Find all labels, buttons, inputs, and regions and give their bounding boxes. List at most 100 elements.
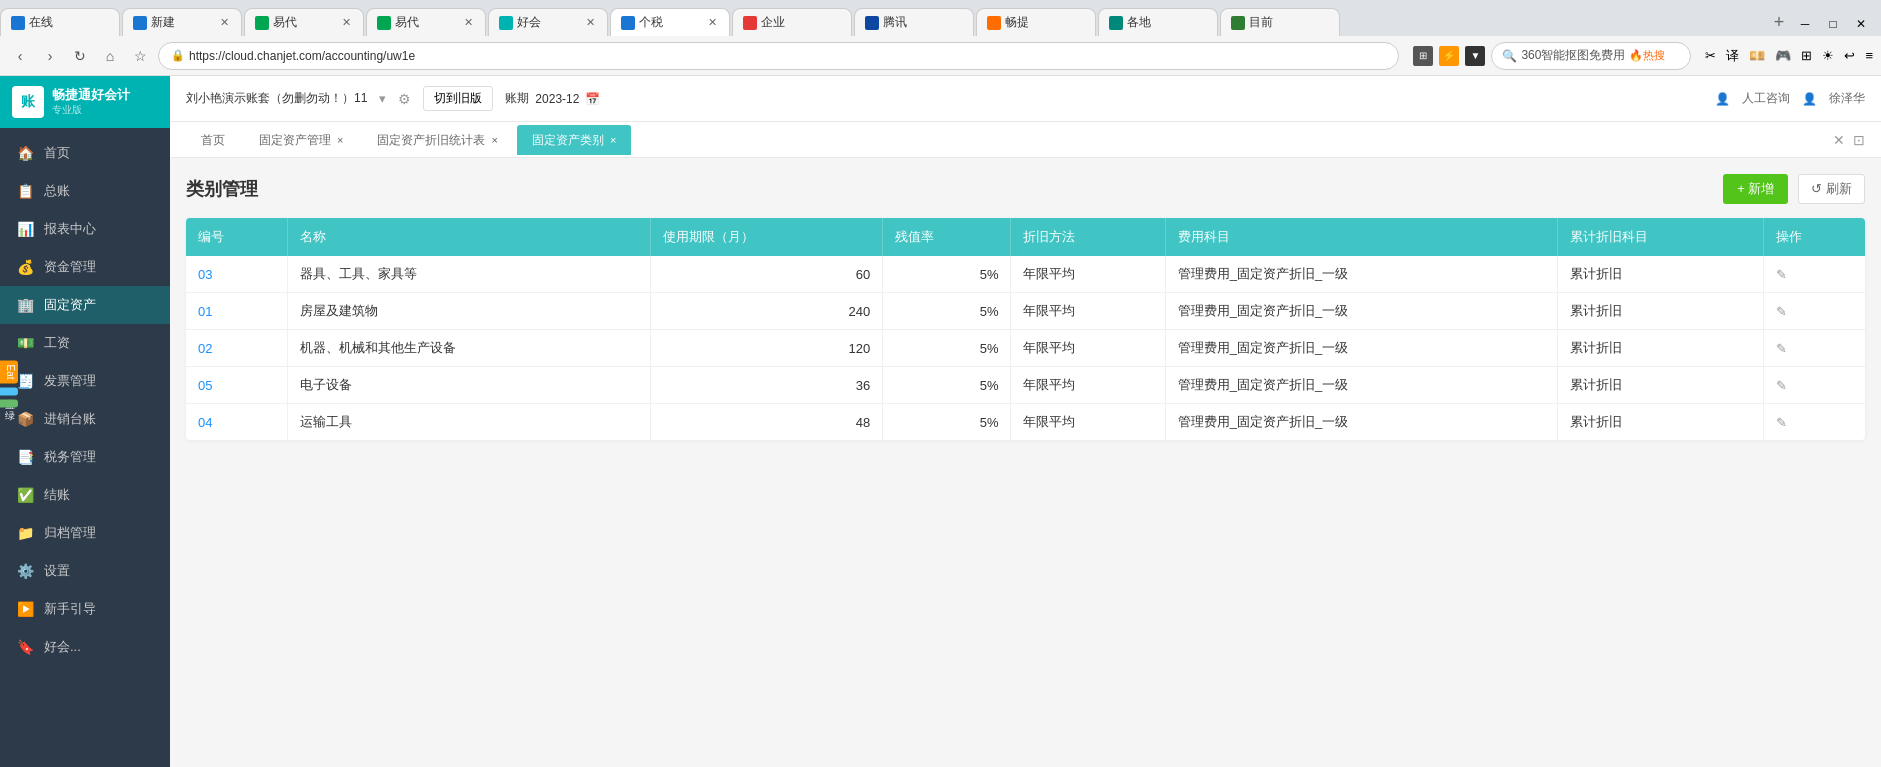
collapse-tab-icon[interactable]: ✕: [1833, 132, 1845, 148]
content-tab-category[interactable]: 固定资产类别 ×: [517, 125, 631, 155]
sidebar-item-home[interactable]: 🏠 首页: [0, 134, 170, 172]
grid-icon[interactable]: ⊞: [1801, 48, 1812, 63]
action-cell-3[interactable]: ✎: [1764, 367, 1865, 404]
search-bar[interactable]: 🔍 360智能抠图免费用 🔥热搜: [1491, 42, 1691, 70]
more-icon[interactable]: ≡: [1865, 48, 1873, 63]
content-tab-depreciation[interactable]: 固定资产折旧统计表 ×: [362, 125, 512, 155]
code-link-3[interactable]: 05: [198, 378, 212, 393]
reload-button[interactable]: ↻: [68, 44, 92, 68]
code-link-0[interactable]: 03: [198, 267, 212, 282]
service-icon[interactable]: 👤: [1715, 92, 1730, 106]
code-cell-3[interactable]: 05: [186, 367, 287, 404]
sidebar-item-settings[interactable]: ⚙️ 设置: [0, 552, 170, 590]
code-cell-0[interactable]: 03: [186, 256, 287, 293]
edit-icon-3[interactable]: ✎: [1776, 378, 1787, 393]
undo-icon[interactable]: ↩: [1844, 48, 1855, 63]
sidebar-item-help[interactable]: 🔖 好会...: [0, 628, 170, 666]
edit-icon-4[interactable]: ✎: [1776, 415, 1787, 430]
browser-tab-t6[interactable]: 个税 ✕: [610, 8, 730, 36]
sun-icon[interactable]: ☀: [1822, 48, 1834, 63]
code-link-2[interactable]: 02: [198, 341, 212, 356]
browser-tab-t4[interactable]: 易代 ✕: [366, 8, 486, 36]
browser-tab-t10[interactable]: 各地: [1098, 8, 1218, 36]
sidebar-label-stock: 进销台账: [44, 410, 96, 428]
edit-icon-1[interactable]: ✎: [1776, 304, 1787, 319]
sidebar-item-cash[interactable]: 💰 资金管理: [0, 248, 170, 286]
browser-tab-t8[interactable]: 腾讯: [854, 8, 974, 36]
content-tab-close-depreciation[interactable]: ×: [491, 134, 497, 146]
content-tab-close-category[interactable]: ×: [610, 134, 616, 146]
table-row: 01房屋及建筑物2405%年限平均管理费用_固定资产折旧_一级累计折旧✎: [186, 293, 1865, 330]
boost-icon[interactable]: ⚡: [1439, 46, 1459, 66]
sidebar-icon-invoice: 🧾: [16, 372, 34, 390]
calendar-icon[interactable]: 📅: [585, 92, 600, 106]
sidebar-item-closing[interactable]: ✅ 结账: [0, 476, 170, 514]
refresh-button[interactable]: ↺ 刷新: [1798, 174, 1865, 204]
code-cell-2[interactable]: 02: [186, 330, 287, 367]
content-tab-home[interactable]: 首页: [186, 125, 240, 155]
menu-button[interactable]: ▼: [1465, 46, 1485, 66]
edge-item-blue[interactable]: 蓝: [0, 387, 18, 395]
content-tab-fixed-mgmt[interactable]: 固定资产管理 ×: [244, 125, 358, 155]
code-cell-4[interactable]: 04: [186, 404, 287, 441]
action-cell-4[interactable]: ✎: [1764, 404, 1865, 441]
sidebar: 账 畅捷通好会计 专业版 🏠 首页 📋 总账 📊 报表中心 💰 资金管理 🏢 固…: [0, 76, 170, 767]
close-window-button[interactable]: ✕: [1849, 12, 1873, 36]
maximize-button[interactable]: □: [1821, 12, 1845, 36]
code-link-1[interactable]: 01: [198, 304, 212, 319]
edge-item-green[interactable]: 绿: [0, 399, 18, 407]
code-link-4[interactable]: 04: [198, 415, 212, 430]
tab-label-t11: 目前: [1249, 14, 1273, 31]
browser-tab-t11[interactable]: 目前: [1220, 8, 1340, 36]
user-avatar[interactable]: 👤: [1802, 92, 1817, 106]
forward-button[interactable]: ›: [38, 44, 62, 68]
tab-close-t2[interactable]: ✕: [217, 16, 231, 30]
game-icon[interactable]: 🎮: [1775, 48, 1791, 63]
code-cell-1[interactable]: 01: [186, 293, 287, 330]
browser-tab-t1[interactable]: 在线: [0, 8, 120, 36]
extensions-icon[interactable]: ⊞: [1413, 46, 1433, 66]
sidebar-item-invoice[interactable]: 🧾 发票管理: [0, 362, 170, 400]
tab-label-t10: 各地: [1127, 14, 1151, 31]
minimize-button[interactable]: ─: [1793, 12, 1817, 36]
browser-tab-t7[interactable]: 企业: [732, 8, 852, 36]
sidebar-item-fixed[interactable]: 🏢 固定资产: [0, 286, 170, 324]
tab-close-t5[interactable]: ✕: [583, 16, 597, 30]
sidebar-item-ledger[interactable]: 📋 总账: [0, 172, 170, 210]
browser-tab-t5[interactable]: 好会 ✕: [488, 8, 608, 36]
new-tab-button[interactable]: +: [1765, 8, 1793, 36]
edit-icon-0[interactable]: ✎: [1776, 267, 1787, 282]
translate-icon[interactable]: 译: [1726, 47, 1739, 65]
sidebar-item-tax[interactable]: 📑 税务管理: [0, 438, 170, 476]
home-button[interactable]: ⌂: [98, 44, 122, 68]
sidebar-item-payroll[interactable]: 💵 工资: [0, 324, 170, 362]
edit-icon-2[interactable]: ✎: [1776, 341, 1787, 356]
sidebar-label-ledger: 总账: [44, 182, 70, 200]
browser-tab-t9[interactable]: 畅提: [976, 8, 1096, 36]
tab-close-t3[interactable]: ✕: [339, 16, 353, 30]
edge-item-eat[interactable]: Eat: [0, 360, 18, 383]
content-tab-close-fixed-mgmt[interactable]: ×: [337, 134, 343, 146]
sidebar-label-fixed: 固定资产: [44, 296, 96, 314]
browser-tab-t2[interactable]: 新建 ✕: [122, 8, 242, 36]
switch-version-button[interactable]: 切到旧版: [423, 86, 493, 111]
url-input[interactable]: 🔒 https://cloud.chanjet.com/accounting/u…: [158, 42, 1399, 70]
add-button[interactable]: + 新增: [1723, 174, 1788, 204]
browser-tab-t3[interactable]: 易代 ✕: [244, 8, 364, 36]
action-cell-1[interactable]: ✎: [1764, 293, 1865, 330]
sidebar-item-guide[interactable]: ▶️ 新手引导: [0, 590, 170, 628]
sidebar-item-archive[interactable]: 📁 归档管理: [0, 514, 170, 552]
fullscreen-tab-icon[interactable]: ⊡: [1853, 132, 1865, 148]
wallet-icon[interactable]: 💴: [1749, 48, 1765, 63]
settings-btn[interactable]: ⚙: [398, 91, 411, 107]
sidebar-item-reports[interactable]: 📊 报表中心: [0, 210, 170, 248]
back-button[interactable]: ‹: [8, 44, 32, 68]
action-cell-0[interactable]: ✎: [1764, 256, 1865, 293]
tab-close-t6[interactable]: ✕: [705, 16, 719, 30]
sidebar-item-stock[interactable]: 📦 进销台账: [0, 400, 170, 438]
bookmark-button[interactable]: ☆: [128, 44, 152, 68]
dropdown-icon[interactable]: ▾: [379, 91, 386, 106]
action-cell-2[interactable]: ✎: [1764, 330, 1865, 367]
scissors-icon[interactable]: ✂: [1705, 48, 1716, 63]
tab-close-t4[interactable]: ✕: [461, 16, 475, 30]
